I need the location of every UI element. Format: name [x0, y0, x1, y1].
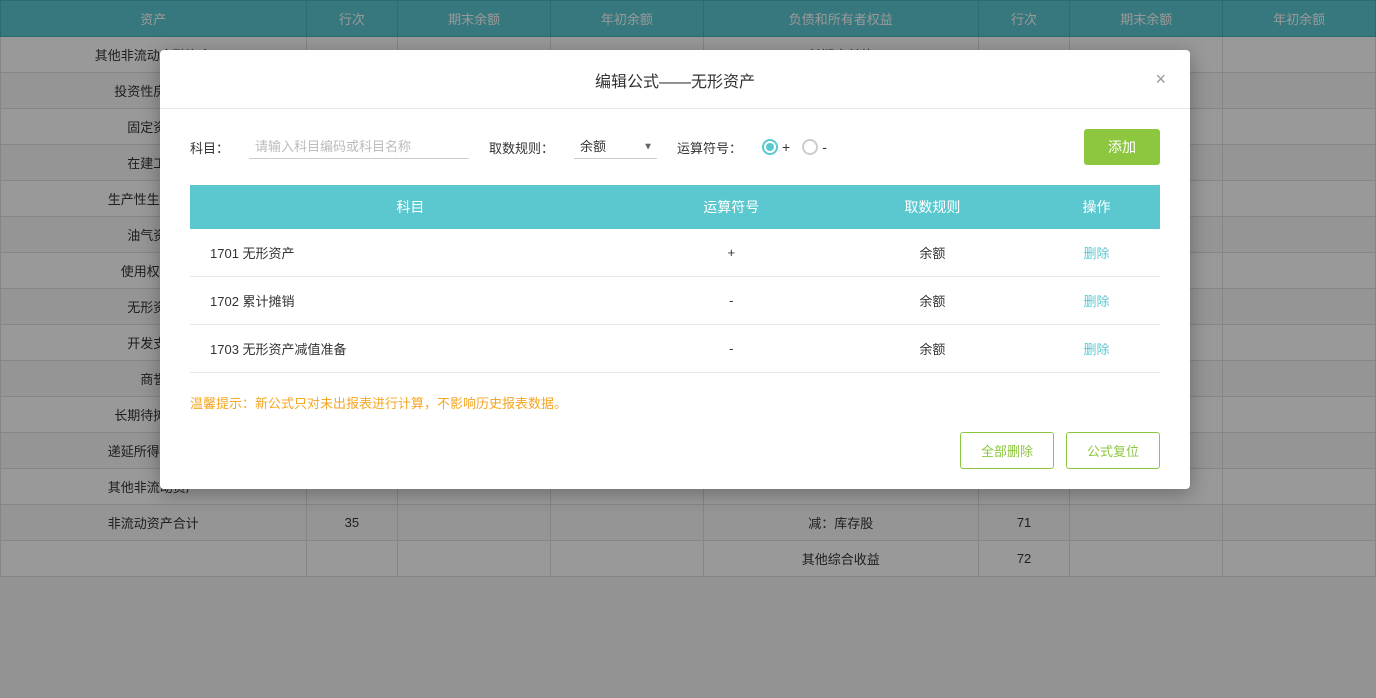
cell-operator: + — [631, 229, 832, 277]
rule-label: 取数规则： — [489, 138, 554, 157]
cell-action: 删除 — [1033, 229, 1160, 277]
cell-rule: 余额 — [832, 325, 1033, 373]
footer-buttons: 全部删除 公式复位 — [160, 422, 1190, 469]
col-rule: 取数规则 — [832, 185, 1033, 229]
operator-plus-label: + — [782, 139, 790, 155]
subject-input[interactable] — [249, 135, 469, 159]
cell-operator: - — [631, 325, 832, 373]
cell-operator: - — [631, 277, 832, 325]
table-row: 1701 无形资产+余额 删除 — [190, 229, 1160, 277]
cell-rule: 余额 — [832, 229, 1033, 277]
table-row: 1703 无形资产减值准备-余额 删除 — [190, 325, 1160, 373]
col-subject: 科目 — [190, 185, 631, 229]
col-operator: 运算符号 — [631, 185, 832, 229]
add-button[interactable]: 添加 — [1084, 129, 1160, 165]
subject-label: 科目： — [190, 138, 229, 157]
form-row: 科目： 取数规则： 余额 借方 贷方 借方累计 贷方累计 ▼ 运算符号： + - — [160, 109, 1190, 185]
cell-action: 删除 — [1033, 277, 1160, 325]
operator-minus-label: - — [822, 139, 827, 155]
operator-plus-radio[interactable] — [762, 139, 778, 155]
operator-label: 运算符号： — [677, 138, 742, 157]
operator-radio-group: + - — [762, 139, 827, 155]
cell-subject: 1701 无形资产 — [190, 229, 631, 277]
delete-row-button[interactable]: 删除 — [1083, 342, 1109, 357]
operator-minus-item[interactable]: - — [802, 139, 827, 155]
delete-all-button[interactable]: 全部删除 — [960, 432, 1054, 469]
modal-close-button[interactable]: × — [1147, 66, 1174, 92]
modal-title: 编辑公式——无形资产 — [595, 68, 755, 92]
cell-rule: 余额 — [832, 277, 1033, 325]
edit-formula-modal: 编辑公式——无形资产 × 科目： 取数规则： 余额 借方 贷方 借方累计 贷方累… — [160, 50, 1190, 489]
cell-action: 删除 — [1033, 325, 1160, 373]
table-row: 1702 累计摊销-余额 删除 — [190, 277, 1160, 325]
cell-subject: 1703 无形资产减值准备 — [190, 325, 631, 373]
hint-text: 温馨提示：新公式只对未出报表进行计算，不影响历史报表数据。 — [190, 396, 567, 411]
reset-formula-button[interactable]: 公式复位 — [1066, 432, 1160, 469]
col-action: 操作 — [1033, 185, 1160, 229]
cell-subject: 1702 累计摊销 — [190, 277, 631, 325]
rule-select-wrap: 余额 借方 贷方 借方累计 贷方累计 ▼ — [574, 135, 657, 159]
rule-select[interactable]: 余额 借方 贷方 借方累计 贷方累计 — [574, 135, 657, 159]
delete-row-button[interactable]: 删除 — [1083, 294, 1109, 309]
operator-plus-item[interactable]: + — [762, 139, 790, 155]
data-table-wrap: 科目 运算符号 取数规则 操作 1701 无形资产+余额删除1702 累计摊销-… — [190, 185, 1160, 373]
hint-row: 温馨提示：新公式只对未出报表进行计算，不影响历史报表数据。 — [160, 373, 1190, 422]
modal-header: 编辑公式——无形资产 × — [160, 50, 1190, 109]
delete-row-button[interactable]: 删除 — [1083, 246, 1109, 261]
operator-minus-radio[interactable] — [802, 139, 818, 155]
formula-table: 科目 运算符号 取数规则 操作 1701 无形资产+余额删除1702 累计摊销-… — [190, 185, 1160, 373]
